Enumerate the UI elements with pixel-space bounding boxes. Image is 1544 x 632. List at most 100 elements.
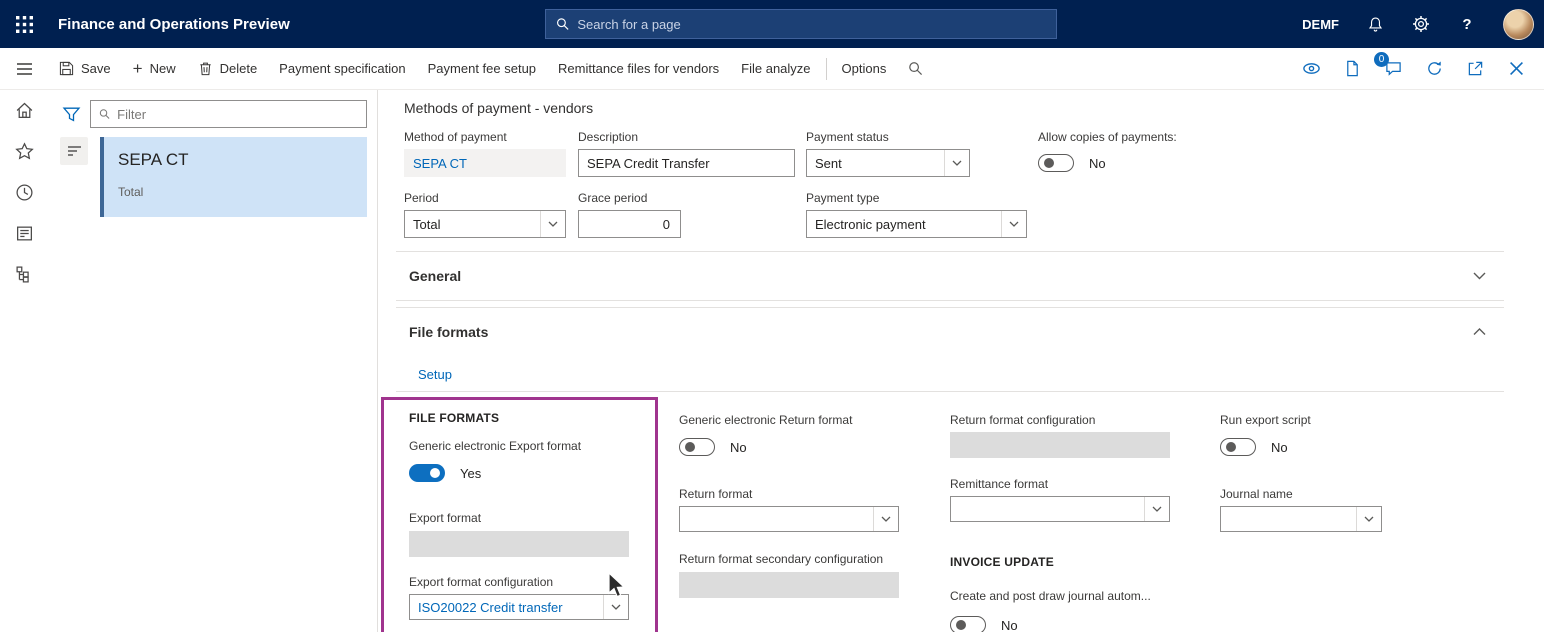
list-item-sepa-ct[interactable]: SEPA CT Total	[100, 137, 367, 217]
return-format-dropdown[interactable]	[679, 506, 899, 532]
refresh-icon	[1426, 60, 1443, 77]
header-fields: Method of payment SEPA CT Description Pa…	[404, 130, 1544, 238]
description-label: Description	[578, 130, 795, 144]
description-field[interactable]	[578, 149, 795, 177]
message-center-button[interactable]: 0	[1383, 59, 1403, 79]
remittance-format-dropdown[interactable]	[950, 496, 1170, 522]
nav-rail	[0, 90, 48, 632]
grace-period-input[interactable]	[587, 217, 672, 232]
hierarchy-icon	[15, 265, 34, 284]
nav-favorites-button[interactable]	[0, 131, 48, 172]
options-button[interactable]: Options	[831, 48, 898, 90]
record-list: SEPA CT Total	[100, 137, 377, 217]
period-dropdown[interactable]: Total	[404, 210, 566, 238]
grace-period-field[interactable]	[578, 210, 681, 238]
search-icon	[908, 61, 923, 76]
return-format-configuration-label: Return format configuration	[950, 413, 1170, 427]
preview-button[interactable]	[1301, 59, 1321, 79]
chevron-down-icon	[952, 160, 962, 166]
commandbar-search-button[interactable]	[897, 48, 934, 90]
chevron-down-icon	[611, 604, 621, 610]
list-filter-field[interactable]	[90, 100, 367, 128]
record-subtitle: Total	[118, 185, 355, 199]
hamburger-icon	[16, 62, 33, 76]
settings-button[interactable]	[1411, 14, 1431, 34]
journal-name-label: Journal name	[1220, 487, 1382, 501]
delete-button[interactable]: Delete	[187, 48, 269, 90]
help-button[interactable]: ?	[1457, 14, 1477, 34]
create-post-draw-journal-toggle[interactable]	[950, 616, 986, 632]
top-bar: Finance and Operations Preview DEMF	[0, 0, 1544, 48]
document-icon	[1344, 60, 1361, 77]
payment-type-label: Payment type	[806, 191, 1027, 205]
save-button[interactable]: Save	[48, 48, 122, 90]
chevron-down-icon	[1009, 221, 1019, 227]
section-general-title: General	[409, 268, 461, 284]
remittance-files-button[interactable]: Remittance files for vendors	[547, 48, 730, 90]
generic-return-format-toggle[interactable]	[679, 438, 715, 456]
run-export-script-value: No	[1271, 440, 1288, 455]
payment-type-dropdown[interactable]: Electronic payment	[806, 210, 1027, 238]
chevron-down-icon	[1473, 272, 1486, 280]
export-format-configuration-dropdown[interactable]: ISO20022 Credit transfer	[409, 594, 629, 620]
section-file-formats-header[interactable]: File formats	[396, 308, 1504, 356]
company-picker[interactable]: DEMF	[1302, 17, 1339, 32]
generic-export-format-value: Yes	[460, 466, 481, 481]
nav-recent-button[interactable]	[0, 172, 48, 213]
file-analyze-button[interactable]: File analyze	[730, 48, 821, 90]
payment-fee-setup-button[interactable]: Payment fee setup	[417, 48, 547, 90]
clock-icon	[15, 183, 34, 202]
nav-modules-button[interactable]	[0, 254, 48, 295]
star-icon	[15, 142, 34, 161]
add-icon: +	[133, 60, 143, 77]
open-in-new-icon	[1467, 60, 1484, 77]
remittance-format-label: Remittance format	[950, 477, 1170, 491]
section-general-header[interactable]: General	[396, 252, 1504, 300]
run-export-script-toggle[interactable]	[1220, 438, 1256, 456]
nav-expand-button[interactable]	[14, 59, 34, 79]
trash-icon	[198, 61, 213, 76]
user-avatar[interactable]	[1503, 9, 1534, 40]
chevron-down-icon	[881, 516, 891, 522]
global-search[interactable]	[545, 9, 1057, 39]
waffle-icon	[16, 16, 33, 33]
payment-specification-button[interactable]: Payment specification	[268, 48, 416, 90]
list-filter-input[interactable]	[117, 107, 358, 122]
period-label: Period	[404, 191, 566, 205]
chevron-down-icon	[1364, 516, 1374, 522]
grace-period-label: Grace period	[578, 191, 681, 205]
refresh-button[interactable]	[1424, 59, 1444, 79]
return-format-secondary-configuration-field	[679, 572, 899, 598]
document-button[interactable]	[1342, 59, 1362, 79]
record-list-panel: SEPA CT Total	[48, 90, 378, 632]
list-sort-button[interactable]	[60, 137, 88, 165]
new-button[interactable]: + New	[122, 48, 187, 90]
chevron-down-icon	[548, 221, 558, 227]
payment-status-dropdown[interactable]: Sent	[806, 149, 970, 177]
nav-home-button[interactable]	[0, 90, 48, 131]
form-icon	[15, 224, 34, 243]
close-button[interactable]	[1506, 59, 1526, 79]
generic-export-format-toggle[interactable]	[409, 464, 445, 482]
chevron-up-icon	[1473, 328, 1486, 336]
journal-name-dropdown[interactable]	[1220, 506, 1382, 532]
method-of-payment-field[interactable]: SEPA CT	[404, 149, 566, 177]
return-format-configuration-field	[950, 432, 1170, 458]
allow-copies-toggle[interactable]	[1038, 154, 1074, 172]
notifications-button[interactable]	[1365, 14, 1385, 34]
generic-return-format-value: No	[730, 440, 747, 455]
filter-funnel-icon[interactable]	[62, 105, 81, 123]
page-title: Methods of payment - vendors	[404, 100, 1544, 116]
record-title: SEPA CT	[118, 150, 355, 170]
app-launcher-button[interactable]	[0, 0, 48, 48]
run-export-script-label: Run export script	[1220, 413, 1382, 427]
tab-setup[interactable]: Setup	[418, 367, 452, 391]
divider	[826, 58, 827, 80]
description-input[interactable]	[587, 156, 794, 171]
create-post-draw-journal-label: Create and post draw journal autom...	[950, 589, 1170, 603]
global-search-input[interactable]	[577, 17, 1046, 32]
gear-icon	[1412, 15, 1430, 33]
app-title[interactable]: Finance and Operations Preview	[58, 16, 290, 33]
nav-workspaces-button[interactable]	[0, 213, 48, 254]
open-in-new-window-button[interactable]	[1465, 59, 1485, 79]
